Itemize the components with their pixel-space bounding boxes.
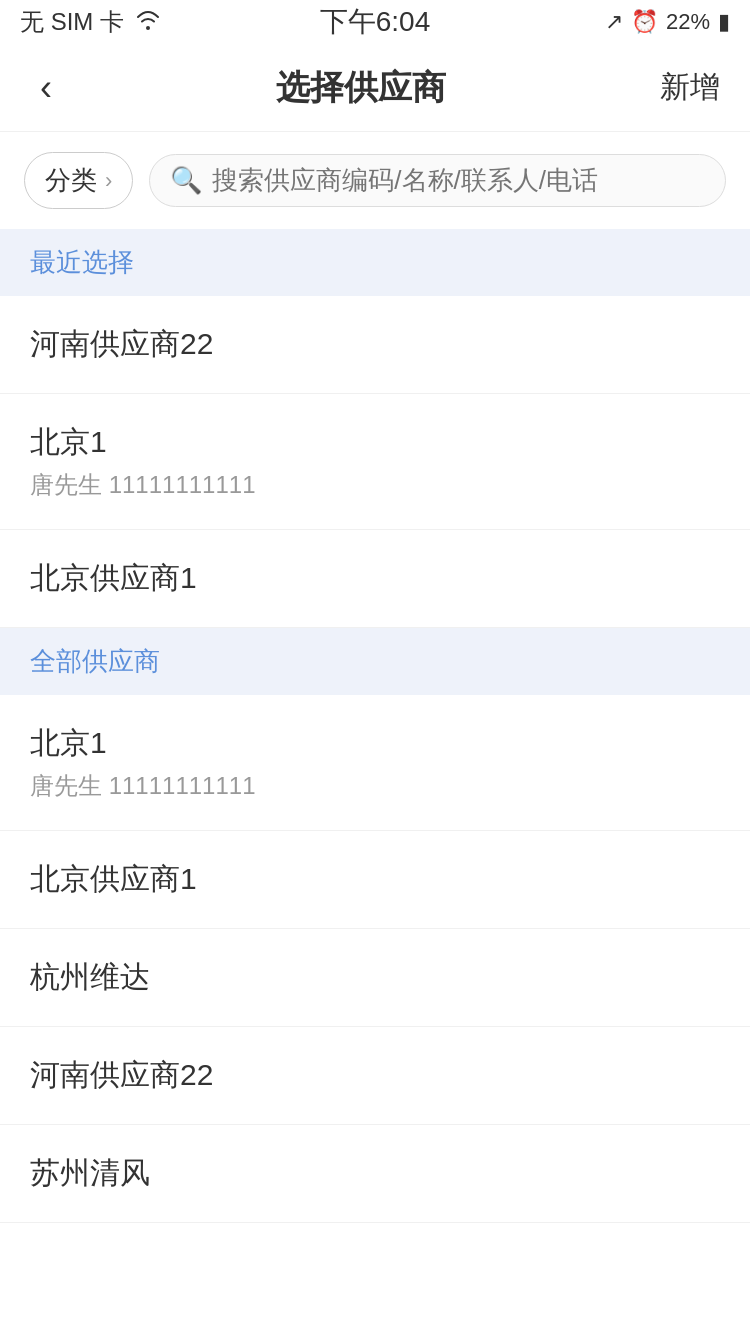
search-area: 分类 › 🔍	[0, 132, 750, 229]
status-time: 下午6:04	[320, 3, 431, 41]
list-item[interactable]: 苏州清风	[0, 1125, 750, 1223]
search-box: 🔍	[149, 154, 726, 207]
wifi-icon	[134, 8, 162, 36]
search-icon: 🔍	[170, 165, 202, 196]
status-bar: 无 SIM 卡 下午6:04 ↗ ⏰ 22% ▮	[0, 0, 750, 44]
chevron-right-icon: ›	[105, 168, 112, 194]
all-section-header: 全部供应商	[0, 628, 750, 695]
list-item[interactable]: 河南供应商22	[0, 296, 750, 394]
item-name: 北京供应商1	[30, 859, 720, 900]
back-button[interactable]: ‹	[30, 57, 62, 119]
battery-icon: ▮	[718, 9, 730, 35]
item-name: 河南供应商22	[30, 1055, 720, 1096]
list-item[interactable]: 北京1 唐先生 11111111111	[0, 695, 750, 831]
location-icon: ↗	[605, 9, 623, 35]
list-item[interactable]: 北京1 唐先生 11111111111	[0, 394, 750, 530]
add-new-button[interactable]: 新增	[660, 67, 720, 108]
sim-text: 无 SIM 卡	[20, 6, 124, 38]
battery-text: 22%	[666, 9, 710, 35]
all-section-label: 全部供应商	[30, 646, 160, 676]
category-label: 分类	[45, 163, 97, 198]
recent-section-label: 最近选择	[30, 247, 134, 277]
recent-section-header: 最近选择	[0, 229, 750, 296]
item-name: 北京1	[30, 422, 720, 463]
list-item[interactable]: 杭州维达	[0, 929, 750, 1027]
item-name: 杭州维达	[30, 957, 720, 998]
item-sub: 唐先生 11111111111	[30, 770, 720, 802]
item-sub: 唐先生 11111111111	[30, 469, 720, 501]
recent-list: 河南供应商22 北京1 唐先生 11111111111 北京供应商1	[0, 296, 750, 628]
alarm-icon: ⏰	[631, 9, 658, 35]
list-item[interactable]: 北京供应商1	[0, 530, 750, 628]
search-input[interactable]	[212, 165, 705, 196]
status-left: 无 SIM 卡	[20, 6, 162, 38]
all-list: 北京1 唐先生 11111111111 北京供应商1 杭州维达河南供应商22 苏州清风	[0, 695, 750, 1223]
category-button[interactable]: 分类 ›	[24, 152, 133, 209]
item-name: 北京供应商1	[30, 558, 720, 599]
page-title: 选择供应商	[276, 65, 446, 111]
nav-bar: ‹ 选择供应商 新增	[0, 44, 750, 132]
item-name: 河南供应商22	[30, 324, 720, 365]
status-right: ↗ ⏰ 22% ▮	[605, 9, 730, 35]
item-name: 北京1	[30, 723, 720, 764]
list-item[interactable]: 河南供应商22	[0, 1027, 750, 1125]
item-name: 苏州清风	[30, 1153, 720, 1194]
list-item[interactable]: 北京供应商1	[0, 831, 750, 929]
